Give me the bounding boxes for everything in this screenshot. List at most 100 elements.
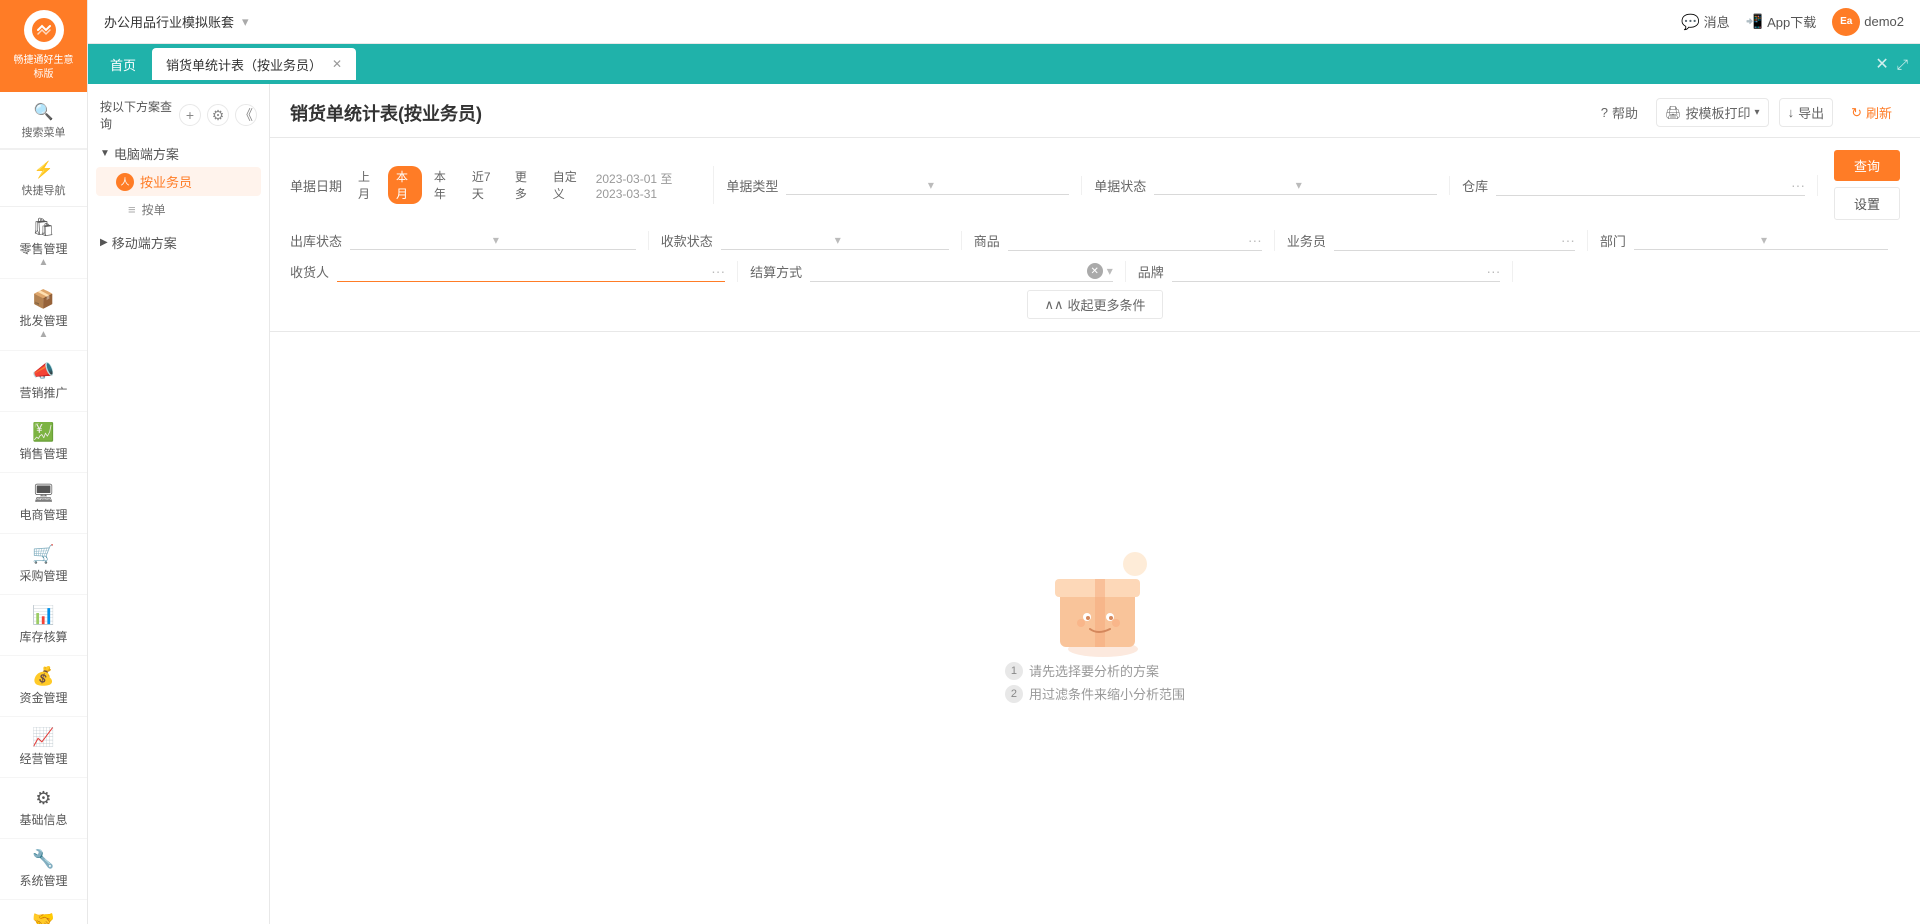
help-label: 帮助 bbox=[1612, 103, 1638, 122]
receiver-label: 收货人 bbox=[290, 262, 329, 281]
filter-doc-type: 单据类型 ▾ bbox=[714, 176, 1082, 195]
sidebar-item-ecommerce[interactable]: 🖥 电商管理 bbox=[0, 473, 87, 534]
pay-status-select[interactable]: ▾ bbox=[721, 231, 949, 250]
settings-scheme-button[interactable]: ⚙ bbox=[207, 104, 229, 126]
sidebar-item-marketing[interactable]: 📣 营销推广 bbox=[0, 351, 87, 412]
pay-status-control[interactable]: ▾ bbox=[721, 231, 949, 250]
company-dropdown-icon[interactable]: ▾ bbox=[242, 14, 249, 30]
step-2-number: 2 bbox=[1005, 685, 1023, 703]
dept-control[interactable]: ▾ bbox=[1634, 231, 1888, 250]
date-tab-custom[interactable]: 自定义 bbox=[545, 166, 588, 204]
settings-button[interactable]: 设置 bbox=[1834, 187, 1900, 220]
topbar-right: 💬 消息 📲 App下载 Ea demo2 bbox=[1681, 8, 1904, 36]
receiver-input-area[interactable]: ··· bbox=[337, 261, 725, 282]
sidebar-item-finance-label: 资金管理 bbox=[19, 689, 67, 706]
sidebar-item-sales[interactable]: 💹 销售管理 bbox=[0, 412, 87, 473]
sidebar-logo[interactable]: 畅捷通好生意 标版 bbox=[0, 0, 87, 92]
search-menu-button[interactable]: 🔍 搜索菜单 bbox=[0, 92, 87, 149]
desktop-scheme-title[interactable]: ▼ 电脑端方案 bbox=[96, 140, 261, 167]
sidebar-item-purchase[interactable]: 🛒 采购管理 bbox=[0, 534, 87, 595]
date-tab-last-month[interactable]: 上月 bbox=[350, 166, 384, 204]
filter-date: 单据日期 上月 本月 本年 近7天 更多 自定义 2023-03-01 至 20… bbox=[290, 166, 714, 204]
dept-select[interactable]: ▾ bbox=[1634, 231, 1888, 250]
collapse-scheme-button[interactable]: 《 bbox=[235, 104, 257, 126]
empty-text-area: 1 请先选择要分析的方案 2 用过滤条件来缩小分析范围 bbox=[1005, 661, 1185, 707]
right-main-panel: 销货单统计表(按业务员) ? 帮助 🖨 按模板打印 ▾ ↓ 导出 bbox=[270, 84, 1920, 924]
warehouse-dots-button[interactable]: ··· bbox=[1791, 177, 1805, 193]
filter-doc-status: 单据状态 ▾ bbox=[1082, 176, 1450, 195]
print-button[interactable]: 🖨 按模板打印 ▾ bbox=[1656, 98, 1769, 127]
user-avatar-button[interactable]: Ea demo2 bbox=[1832, 8, 1904, 36]
warehouse-label: 仓库 bbox=[1462, 176, 1488, 195]
tab-sales-stats[interactable]: 销货单统计表（按业务员） ✕ bbox=[152, 48, 356, 80]
sidebar-item-basic[interactable]: ⚙ 基础信息 bbox=[0, 778, 87, 839]
scheme-item-salesman[interactable]: 人 按业务员 bbox=[96, 167, 261, 196]
receiver-dots-button[interactable]: ··· bbox=[711, 263, 725, 279]
doc-status-control[interactable]: ▾ bbox=[1154, 176, 1437, 195]
payment-clear-icon[interactable]: ✕ bbox=[1087, 263, 1103, 279]
sidebar-item-wholesale[interactable]: 📦 批发管理 ▲ bbox=[0, 279, 87, 351]
help-button[interactable]: ? 帮助 bbox=[1593, 99, 1646, 126]
doc-type-control[interactable]: ▾ bbox=[786, 176, 1069, 195]
message-button[interactable]: 💬 消息 bbox=[1681, 12, 1730, 31]
sidebar-item-system[interactable]: 🔧 系统管理 bbox=[0, 839, 87, 900]
refresh-button[interactable]: ↻ 刷新 bbox=[1843, 99, 1900, 126]
sidebar-item-inventory[interactable]: 📊 库存核算 bbox=[0, 595, 87, 656]
filter-goods: 商品 ··· bbox=[962, 230, 1275, 251]
brand-input-area[interactable]: ··· bbox=[1172, 261, 1501, 282]
warehouse-input-area[interactable]: ··· bbox=[1496, 175, 1805, 196]
wholesale-arrow-icon: ▲ bbox=[39, 329, 49, 340]
inventory-icon: 📊 bbox=[32, 605, 54, 626]
payment-input-area[interactable]: ✕ ▾ bbox=[810, 261, 1113, 282]
out-status-select[interactable]: ▾ bbox=[350, 231, 636, 250]
sidebar-item-operations[interactable]: 📈 经营管理 bbox=[0, 717, 87, 778]
sidebar-item-enterprise[interactable]: 🤝 企业协同 bbox=[0, 900, 87, 924]
app-download-button[interactable]: 📲 App下载 bbox=[1746, 12, 1817, 31]
pay-status-label: 收款状态 bbox=[661, 231, 713, 250]
tab-home-label: 首页 bbox=[110, 55, 136, 74]
operations-icon: 📈 bbox=[32, 727, 54, 748]
export-button[interactable]: ↓ 导出 bbox=[1779, 98, 1834, 127]
quick-nav-button[interactable]: ⚡ 快捷导航 bbox=[0, 149, 87, 207]
doc-status-select[interactable]: ▾ bbox=[1154, 176, 1437, 195]
sidebar-navigation: 🛍 零售管理 ▲ 📦 批发管理 ▲ 📣 营销推广 💹 销售管理 🖥 电商管理 🛒… bbox=[0, 207, 87, 924]
goods-dots-button[interactable]: ··· bbox=[1248, 232, 1262, 248]
mobile-scheme-title[interactable]: ▶ 移动端方案 bbox=[96, 229, 261, 256]
doc-type-select[interactable]: ▾ bbox=[786, 176, 1069, 195]
goods-input-area[interactable]: ··· bbox=[1008, 230, 1262, 251]
sidebar-item-finance[interactable]: 💰 资金管理 bbox=[0, 656, 87, 717]
sidebar-item-purchase-label: 采购管理 bbox=[19, 567, 67, 584]
date-tab-this-month[interactable]: 本月 bbox=[388, 166, 422, 204]
payment-label: 结算方式 bbox=[750, 262, 802, 281]
topbar: 办公用品行业模拟账套 ▾ 💬 消息 📲 App下载 Ea demo2 bbox=[88, 0, 1920, 44]
print-arrow-icon: ▾ bbox=[1755, 107, 1760, 118]
empty-state: 1 请先选择要分析的方案 2 用过滤条件来缩小分析范围 bbox=[270, 332, 1920, 924]
collapse-conditions-button[interactable]: ∧∧ 收起更多条件 bbox=[1027, 290, 1162, 319]
date-tab-this-year[interactable]: 本年 bbox=[426, 166, 460, 204]
sidebar-item-retail[interactable]: 🛍 零售管理 ▲ bbox=[0, 207, 87, 279]
date-tab-7days[interactable]: 近7天 bbox=[464, 166, 503, 204]
add-scheme-button[interactable]: + bbox=[179, 104, 201, 126]
salesman-scheme-icon: 人 bbox=[116, 173, 134, 191]
expand-window-button[interactable]: ⤢ bbox=[1897, 56, 1908, 73]
step-1-number: 1 bbox=[1005, 662, 1023, 680]
logo-text: 畅捷通好生意 标版 bbox=[14, 54, 74, 82]
salesman-input-area[interactable]: ··· bbox=[1334, 230, 1575, 251]
query-button[interactable]: 查询 bbox=[1834, 150, 1900, 181]
salesman-dots-button[interactable]: ··· bbox=[1561, 232, 1575, 248]
date-tab-more[interactable]: 更多 bbox=[507, 166, 541, 204]
desktop-scheme-group: ▼ 电脑端方案 人 按业务员 ≡ 按单 bbox=[88, 140, 269, 223]
tab-home[interactable]: 首页 bbox=[96, 48, 150, 80]
finance-icon: 💰 bbox=[32, 666, 54, 687]
system-icon: 🔧 bbox=[32, 849, 54, 870]
filter-receiver: 收货人 ··· bbox=[290, 261, 738, 282]
brand-dots-button[interactable]: ··· bbox=[1486, 263, 1500, 279]
close-window-button[interactable]: ✕ bbox=[1875, 54, 1888, 74]
step-1-text: 请先选择要分析的方案 bbox=[1029, 661, 1159, 680]
tab-close-icon[interactable]: ✕ bbox=[332, 57, 342, 71]
scheme-sub-item-order[interactable]: ≡ 按单 bbox=[96, 196, 261, 223]
filter-dept: 部门 ▾ bbox=[1588, 231, 1900, 250]
refresh-label: 刷新 bbox=[1866, 103, 1892, 122]
doc-type-arrow-icon: ▾ bbox=[928, 178, 1069, 192]
out-status-control[interactable]: ▾ bbox=[350, 231, 636, 250]
